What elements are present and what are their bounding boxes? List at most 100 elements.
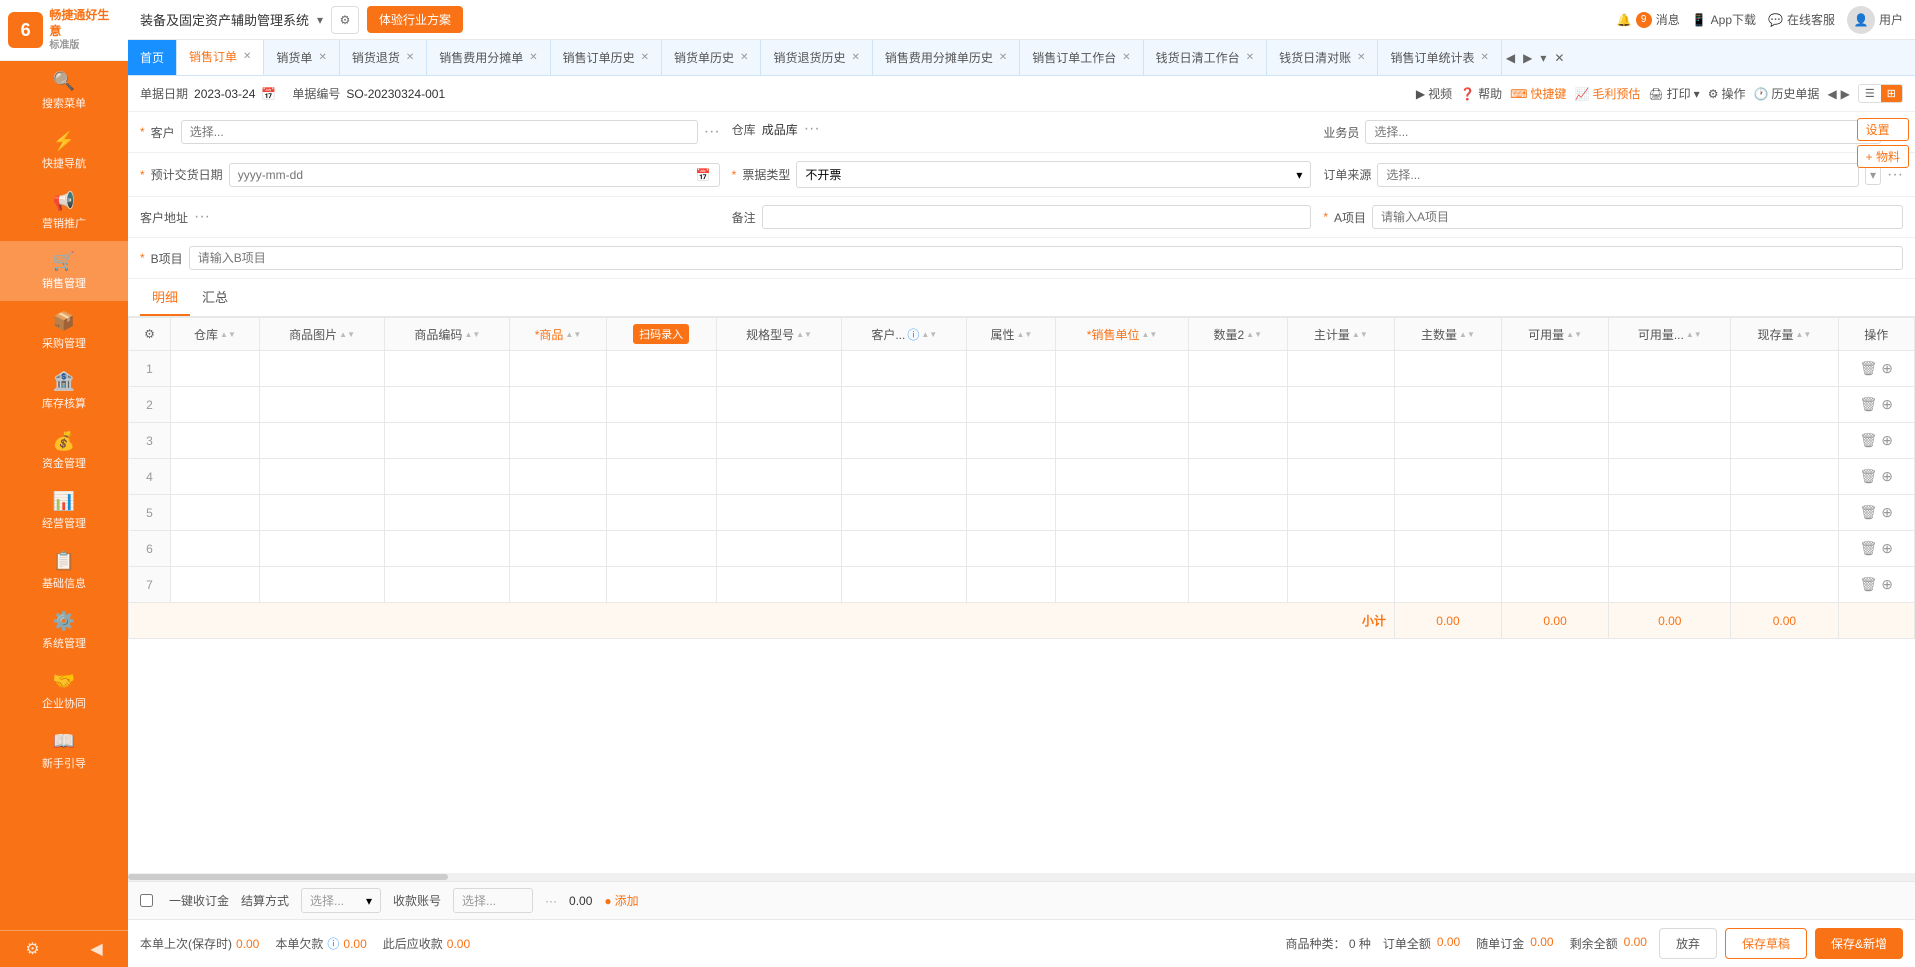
row-code-1[interactable] <box>385 351 510 387</box>
stock-sort-icon[interactable]: ▲▼ <box>1796 330 1812 339</box>
image-sort-icon[interactable]: ▲▼ <box>339 330 355 339</box>
available-sort-icon[interactable]: ▲▼ <box>1566 330 1582 339</box>
save-new-button[interactable]: 保存&新增 <box>1815 928 1903 959</box>
settings-button[interactable]: ⚙ <box>331 6 359 34</box>
tab-cash-workbench[interactable]: 钱货日清工作台 ✕ <box>1144 40 1267 76</box>
main-measure-sort-icon[interactable]: ▲▼ <box>1352 330 1368 339</box>
tab-stats[interactable]: 销售订单统计表 ✕ <box>1378 40 1501 76</box>
tab-sales-order-history-close[interactable]: ✕ <box>641 52 649 63</box>
print-action[interactable]: 🖨 打印 ▾ <box>1648 85 1699 102</box>
delete-row-5[interactable]: 🗑 <box>1859 504 1877 521</box>
row-product-1[interactable] <box>510 351 606 387</box>
available2-sort-icon[interactable]: ▲▼ <box>1686 330 1702 339</box>
sidebar-item-enterprise[interactable]: 🤝 企业协同 <box>0 661 128 721</box>
tabbar-prev[interactable]: ◀ <box>1502 51 1519 65</box>
row-main-measure-1[interactable] <box>1287 351 1394 387</box>
app-download[interactable]: 📱 App下载 <box>1692 11 1756 28</box>
bank-more-icon[interactable]: ··· <box>545 894 557 908</box>
delivery-date-input[interactable] <box>238 168 692 182</box>
add-material-btn[interactable]: + 物料 <box>1857 145 1909 168</box>
row-qty2-1[interactable] <box>1188 351 1287 387</box>
page-prev-icon[interactable]: ◀ <box>1827 87 1836 101</box>
delivery-calendar-icon[interactable]: 📅 <box>696 168 711 182</box>
history-action[interactable]: 🕐 历史单据 <box>1753 85 1819 102</box>
save-draft-button[interactable]: 保存草稿 <box>1725 928 1807 959</box>
warehouse-more-icon[interactable]: ··· <box>804 120 820 138</box>
tab-sales-fee[interactable]: 销售费用分摊单 ✕ <box>427 40 550 76</box>
user-menu[interactable]: 👤 用户 <box>1847 6 1903 34</box>
main-qty-sort-icon[interactable]: ▲▼ <box>1459 330 1475 339</box>
tab-sales-bill-close[interactable]: ✕ <box>318 52 326 63</box>
shortcut-action[interactable]: ⌨ 快捷键 <box>1510 85 1566 102</box>
tab-fee-history-close[interactable]: ✕ <box>999 52 1007 63</box>
order-source-input[interactable] <box>1377 163 1859 187</box>
tabbar-next[interactable]: ▶ <box>1519 51 1536 65</box>
customer-code-info-icon[interactable]: ⓘ <box>907 326 919 343</box>
print-dropdown-icon[interactable]: ▾ <box>1694 87 1700 101</box>
delete-row-7[interactable]: 🗑 <box>1859 576 1877 593</box>
delete-row-2[interactable]: 🗑 <box>1859 396 1877 413</box>
qty2-sort-icon[interactable]: ▲▼ <box>1246 330 1262 339</box>
sidebar-item-quicknav[interactable]: ⚡ 快捷导航 <box>0 121 128 181</box>
view-action[interactable]: ▶ 视频 <box>1416 85 1452 102</box>
copy-row-2[interactable]: ⊕ <box>1881 396 1893 413</box>
bank-account-select[interactable]: 选择... <box>453 888 533 913</box>
system-dropdown-icon[interactable]: ▾ <box>317 13 323 27</box>
detail-tab-summary[interactable]: 汇总 <box>190 279 240 316</box>
copy-row-4[interactable]: ⊕ <box>1881 468 1893 485</box>
row-spec-1[interactable] <box>716 351 841 387</box>
tab-sales-bill-history[interactable]: 销货单历史 ✕ <box>662 40 761 76</box>
tab-sales-order[interactable]: 销售订单 ✕ <box>177 40 264 76</box>
sidebar-item-guide[interactable]: 📖 新手引导 <box>0 721 128 781</box>
copy-row-6[interactable]: ⊕ <box>1881 540 1893 557</box>
customer-input[interactable] <box>181 120 698 144</box>
tab-stats-close[interactable]: ✕ <box>1481 52 1489 63</box>
tab-sales-fee-close[interactable]: ✕ <box>529 52 537 63</box>
delete-row-4[interactable]: 🗑 <box>1859 468 1877 485</box>
code-sort-icon[interactable]: ▲▼ <box>464 330 480 339</box>
th-scan[interactable]: 扫码录入 <box>606 318 716 351</box>
delete-row-6[interactable]: 🗑 <box>1859 540 1877 557</box>
card-view-btn[interactable]: ⊞ <box>1881 85 1902 102</box>
calendar-icon[interactable]: 📅 <box>261 87 276 101</box>
operation-action[interactable]: ⚙ 操作 <box>1708 85 1746 102</box>
settings-icon[interactable]: ⚙ <box>144 327 155 341</box>
solution-button[interactable]: 体验行业方案 <box>367 6 463 33</box>
copy-row-5[interactable]: ⊕ <box>1881 504 1893 521</box>
sidebar-item-operation[interactable]: 📊 经营管理 <box>0 481 128 541</box>
th-settings[interactable]: ⚙ <box>129 318 171 351</box>
spec-sort-icon[interactable]: ▲▼ <box>796 330 812 339</box>
sidebar-collapse-icon[interactable]: ◀ <box>90 939 102 959</box>
tabbar-more[interactable]: ▾ <box>1536 51 1550 65</box>
tab-fee-history[interactable]: 销售费用分摊单历史 ✕ <box>873 40 1020 76</box>
tab-sales-return[interactable]: 销货退货 ✕ <box>340 40 427 76</box>
tab-reconcile-close[interactable]: ✕ <box>1357 52 1365 63</box>
scan-button[interactable]: 扫码录入 <box>633 324 689 344</box>
a-project-input[interactable] <box>1372 205 1903 229</box>
tabbar-close-all[interactable]: ✕ <box>1550 51 1568 65</box>
tab-sales-bill[interactable]: 销货单 ✕ <box>264 40 339 76</box>
table-scrollbar[interactable] <box>128 873 1915 881</box>
delete-row-3[interactable]: 🗑 <box>1859 432 1877 449</box>
payment-method-select[interactable]: 选择... ▾ <box>301 888 381 913</box>
copy-row-1[interactable]: ⊕ <box>1881 360 1893 377</box>
customer-code-sort-icon[interactable]: ▲▼ <box>921 330 937 339</box>
tab-sales-order-history[interactable]: 销售订单历史 ✕ <box>551 40 662 76</box>
sidebar-item-baseinfo[interactable]: 📋 基础信息 <box>0 541 128 601</box>
tab-return-history[interactable]: 销货退货历史 ✕ <box>761 40 872 76</box>
sidebar-item-sales[interactable]: 🛒 销售管理 <box>0 241 128 301</box>
list-view-btn[interactable]: ☰ <box>1859 85 1881 102</box>
customer-address-more-icon[interactable]: ··· <box>194 208 210 226</box>
sidebar-item-purchase[interactable]: 📦 采购管理 <box>0 301 128 361</box>
sidebar-item-finance[interactable]: 💰 资金管理 <box>0 421 128 481</box>
tab-return-history-close[interactable]: ✕ <box>851 52 859 63</box>
staff-input[interactable] <box>1365 120 1881 144</box>
help-action[interactable]: ❓ 帮助 <box>1460 85 1502 102</box>
tab-cash-workbench-close[interactable]: ✕ <box>1246 52 1254 63</box>
row-customer-code-1[interactable] <box>842 351 967 387</box>
tab-sales-order-close[interactable]: ✕ <box>243 51 251 62</box>
tab-home[interactable]: 首页 <box>128 40 177 76</box>
sidebar-settings-icon[interactable]: ⚙ <box>25 939 39 959</box>
warehouse-sort-icon[interactable]: ▲▼ <box>220 330 236 339</box>
single-date-value[interactable]: 2023-03-24 <box>194 87 255 101</box>
